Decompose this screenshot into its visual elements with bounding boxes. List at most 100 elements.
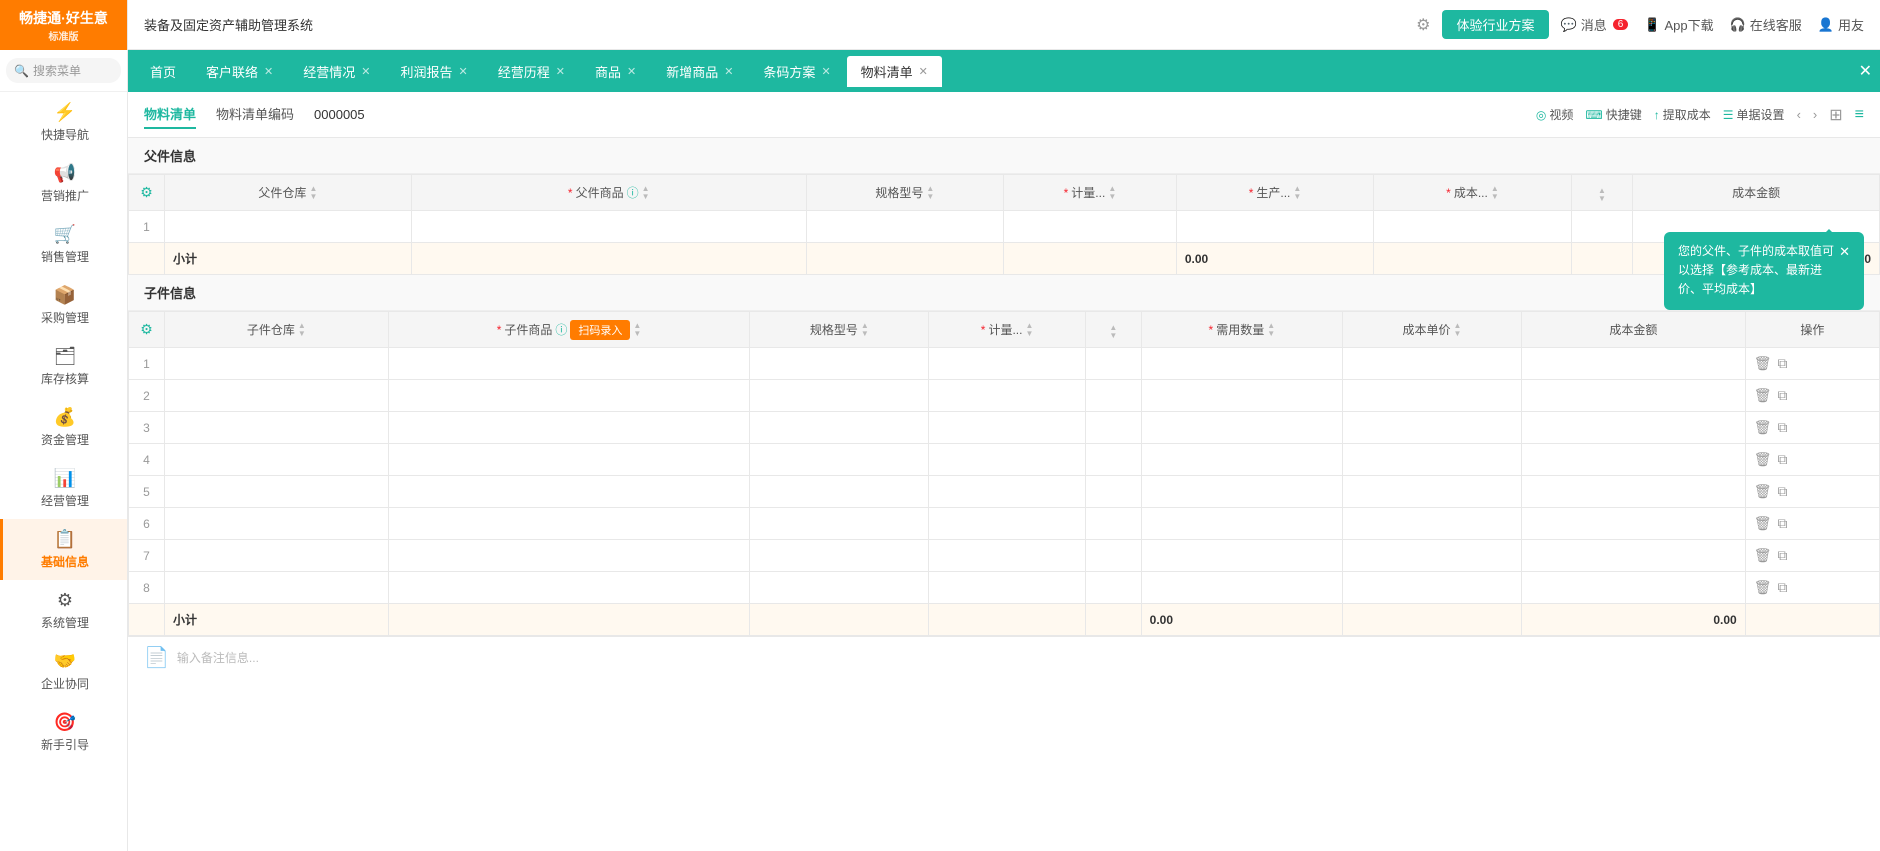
child-cell-qty-8[interactable]	[1141, 572, 1342, 604]
doc-settings-action[interactable]: ☰ 单据设置	[1723, 106, 1785, 123]
child-cell-warehouse-4[interactable]	[165, 444, 389, 476]
child-cell-unit-2[interactable]	[929, 380, 1086, 412]
child-cell-product-8[interactable]	[388, 572, 750, 604]
child-cell-extra-4[interactable]	[1085, 444, 1141, 476]
sidebar-item-inventory[interactable]: 🗂 库存核算	[0, 336, 127, 397]
tab-barcode-close[interactable]: ✕	[821, 65, 830, 78]
list-view-icon[interactable]: ≡	[1855, 106, 1864, 124]
tab-history[interactable]: 经营历程 ✕	[484, 56, 579, 87]
child-cell-product-3[interactable]	[388, 412, 750, 444]
child-cell-spec-6[interactable]	[750, 508, 929, 540]
child-cell-extra-1[interactable]	[1085, 348, 1141, 380]
child-cell-qty-6[interactable]	[1141, 508, 1342, 540]
parent-cell-extra-1[interactable]	[1571, 211, 1633, 243]
scan-input-button[interactable]: 扫码录入	[570, 320, 630, 340]
parent-cell-unit-1[interactable]	[1004, 211, 1177, 243]
parent-cell-warehouse-1[interactable]	[165, 211, 412, 243]
child-cell-unit-6[interactable]	[929, 508, 1086, 540]
child-cell-warehouse-7[interactable]	[165, 540, 389, 572]
child-cell-qty-1[interactable]	[1141, 348, 1342, 380]
child-cell-warehouse-2[interactable]	[165, 380, 389, 412]
sidebar-item-operation[interactable]: 📊 经营管理	[0, 458, 127, 519]
child-cell-spec-7[interactable]	[750, 540, 929, 572]
grid-view-icon[interactable]: ⊞	[1829, 105, 1842, 125]
tab-customer-close[interactable]: ✕	[264, 65, 273, 78]
child-cell-product-6[interactable]	[388, 508, 750, 540]
sidebar-item-system[interactable]: ⚙ 系统管理	[0, 580, 127, 641]
th-parent-settings[interactable]: ⚙	[129, 175, 165, 211]
child-cell-costunit-5[interactable]	[1343, 476, 1522, 508]
online-support-action[interactable]: 🎧 在线客服	[1730, 15, 1802, 34]
copy-icon-1[interactable]: ⧉	[1777, 355, 1787, 372]
delete-icon-1[interactable]: 🗑	[1754, 355, 1772, 372]
copy-icon-5[interactable]: ⧉	[1777, 483, 1787, 500]
child-cell-costunit-6[interactable]	[1343, 508, 1522, 540]
child-cell-extra-7[interactable]	[1085, 540, 1141, 572]
child-cell-extra-2[interactable]	[1085, 380, 1141, 412]
tab-product[interactable]: 商品 ✕	[581, 56, 650, 87]
child-cell-qty-5[interactable]	[1141, 476, 1342, 508]
child-cell-qty-4[interactable]	[1141, 444, 1342, 476]
message-action[interactable]: 💬 消息 6	[1561, 15, 1629, 34]
delete-icon-6[interactable]: 🗑	[1754, 515, 1772, 532]
delete-icon-5[interactable]: 🗑	[1754, 483, 1772, 500]
delete-icon-7[interactable]: 🗑	[1754, 547, 1772, 564]
copy-icon-2[interactable]: ⧉	[1777, 387, 1787, 404]
tab-new-product[interactable]: 新增商品 ✕	[652, 56, 747, 87]
child-cell-spec-3[interactable]	[750, 412, 929, 444]
parent-cell-cost-1[interactable]	[1374, 211, 1571, 243]
child-cell-extra-6[interactable]	[1085, 508, 1141, 540]
child-cell-spec-8[interactable]	[750, 572, 929, 604]
extract-cost-action[interactable]: ↑ 提取成本	[1654, 106, 1711, 123]
sidebar-item-quicknav[interactable]: ⚡ 快捷导航	[0, 92, 127, 153]
app-download-action[interactable]: 📱 App下载	[1644, 15, 1713, 34]
tab-history-close[interactable]: ✕	[556, 65, 565, 78]
child-cell-warehouse-6[interactable]	[165, 508, 389, 540]
child-cell-unit-8[interactable]	[929, 572, 1086, 604]
tab-profit-close[interactable]: ✕	[459, 65, 468, 78]
tooltip-close-button[interactable]: ✕	[1839, 242, 1850, 263]
tab-new-product-close[interactable]: ✕	[724, 65, 733, 78]
child-cell-spec-2[interactable]	[750, 380, 929, 412]
sidebar-item-sales[interactable]: 🛒 销售管理	[0, 214, 127, 275]
child-cell-product-4[interactable]	[388, 444, 750, 476]
child-cell-spec-4[interactable]	[750, 444, 929, 476]
child-cell-unit-4[interactable]	[929, 444, 1086, 476]
sub-tab-bom[interactable]: 物料清单	[144, 100, 196, 129]
tab-customer[interactable]: 客户联络 ✕	[192, 56, 287, 87]
tab-profit[interactable]: 利润报告 ✕	[386, 56, 481, 87]
sidebar-item-basic[interactable]: 📋 基础信息	[0, 519, 127, 580]
tab-operation-status-close[interactable]: ✕	[361, 65, 370, 78]
child-cell-costunit-3[interactable]	[1343, 412, 1522, 444]
child-cell-product-5[interactable]	[388, 476, 750, 508]
delete-icon-8[interactable]: 🗑	[1754, 579, 1772, 596]
sidebar-search-container[interactable]: 🔍 搜索菜单	[0, 50, 127, 92]
child-cell-product-2[interactable]	[388, 380, 750, 412]
sidebar-item-finance[interactable]: 💰 资金管理	[0, 397, 127, 458]
child-cell-warehouse-5[interactable]	[165, 476, 389, 508]
tab-bom-close[interactable]: ✕	[919, 65, 928, 78]
child-cell-costunit-1[interactable]	[1343, 348, 1522, 380]
parent-cell-product-1[interactable]	[411, 211, 806, 243]
tab-product-close[interactable]: ✕	[627, 65, 636, 78]
nav-prev-icon[interactable]: ‹	[1797, 107, 1801, 122]
parent-cell-prod-1[interactable]	[1176, 211, 1373, 243]
video-action[interactable]: ◎ 视频	[1536, 106, 1574, 123]
tab-bom[interactable]: 物料清单 ✕	[847, 56, 942, 87]
child-cell-unit-5[interactable]	[929, 476, 1086, 508]
sub-tab-bom-code[interactable]: 物料清单编码	[216, 100, 294, 129]
child-cell-warehouse-8[interactable]	[165, 572, 389, 604]
parent-cell-spec-1[interactable]	[806, 211, 1003, 243]
child-cell-costunit-8[interactable]	[1343, 572, 1522, 604]
child-cell-unit-3[interactable]	[929, 412, 1086, 444]
tab-home[interactable]: 首页	[136, 56, 190, 87]
child-cell-unit-1[interactable]	[929, 348, 1086, 380]
sidebar-item-marketing[interactable]: 📢 营销推广	[0, 153, 127, 214]
child-cell-warehouse-3[interactable]	[165, 412, 389, 444]
sidebar-item-purchase[interactable]: 📦 采购管理	[0, 275, 127, 336]
search-trigger[interactable]: 🔍 搜索菜单	[6, 58, 121, 83]
nav-next-icon[interactable]: ›	[1813, 107, 1817, 122]
delete-icon-2[interactable]: 🗑	[1754, 387, 1772, 404]
child-cell-qty-2[interactable]	[1141, 380, 1342, 412]
delete-icon-4[interactable]: 🗑	[1754, 451, 1772, 468]
